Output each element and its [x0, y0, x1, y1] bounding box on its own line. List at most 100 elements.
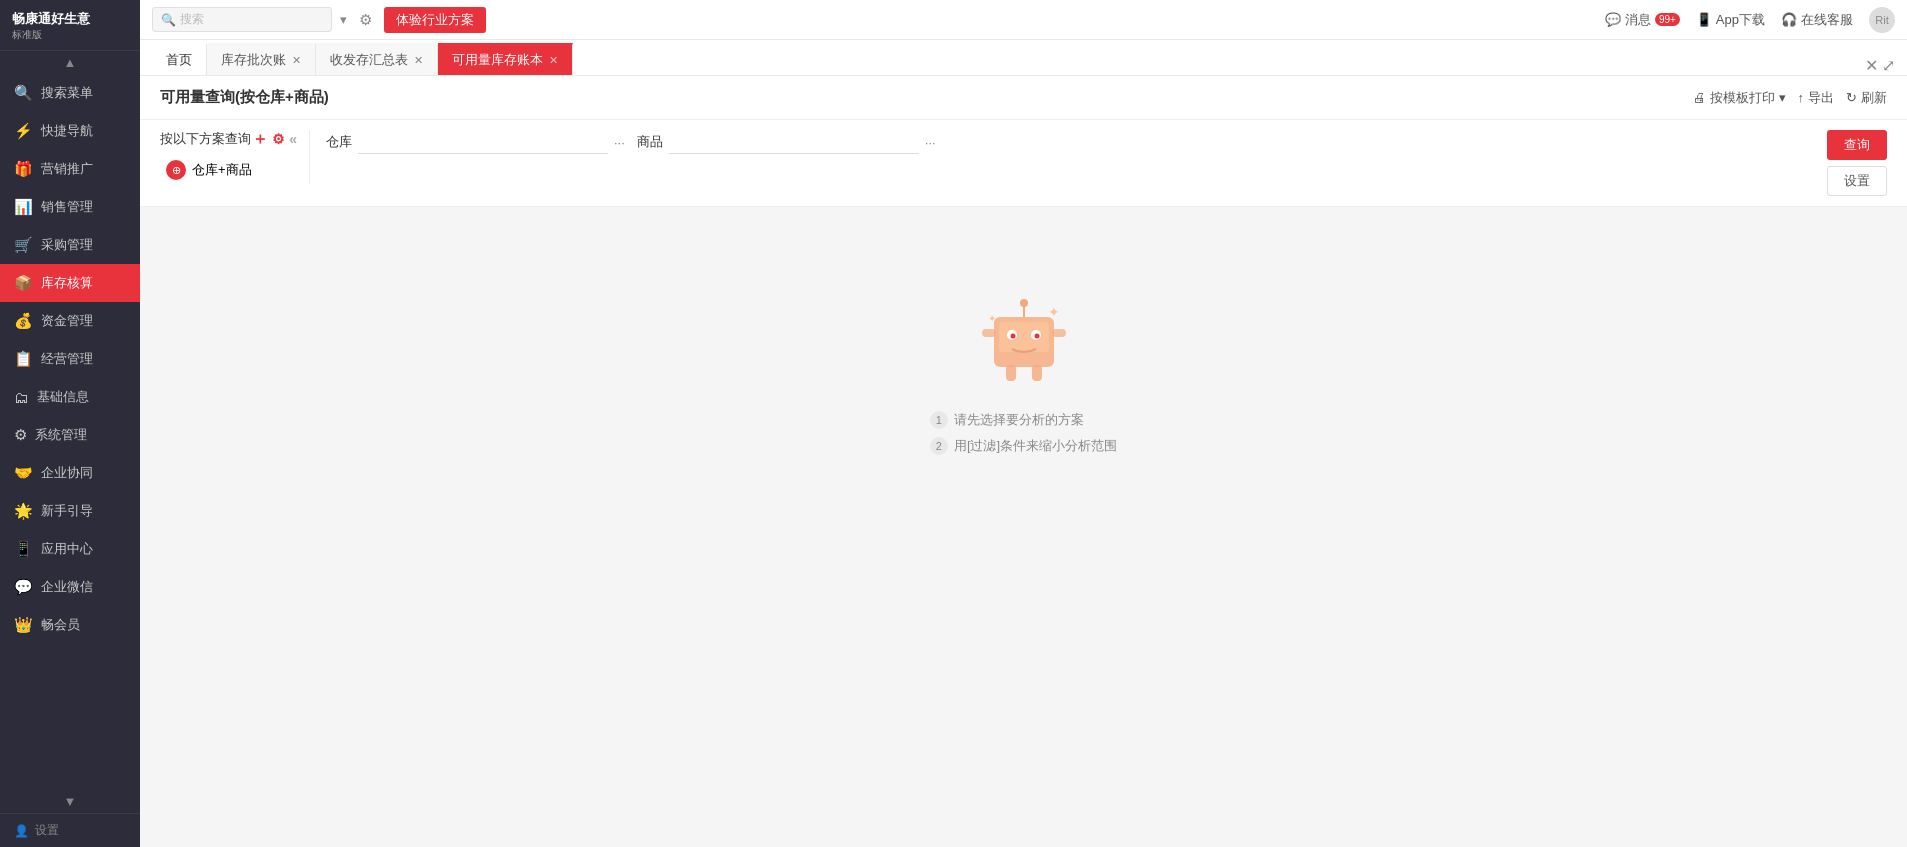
app-download-label: App下载	[1716, 11, 1765, 29]
sidebar-label-inventory: 库存核算	[41, 274, 93, 292]
tab-close-available[interactable]: ✕	[549, 54, 558, 67]
close-all-tabs-btn[interactable]: ✕	[1865, 56, 1878, 75]
sidebar-item-search[interactable]: 🔍搜索菜单	[0, 74, 140, 112]
warehouse-filter-input[interactable]	[358, 130, 608, 154]
tip-item-1: 1 请先选择要分析的方案	[930, 407, 1117, 433]
sidebar-icon-member: 👑	[14, 616, 33, 634]
scheme-label: 按以下方案查询	[160, 130, 251, 148]
gear-icon[interactable]: ⚙	[355, 9, 376, 31]
sidebar-icon-appcenter: 📱	[14, 540, 33, 558]
phone-icon: 📱	[1696, 12, 1712, 27]
sidebar-item-basic[interactable]: 🗂基础信息	[0, 378, 140, 416]
sidebar-item-newguide[interactable]: 🌟新手引导	[0, 492, 140, 530]
sidebar-icon-sales: 📊	[14, 198, 33, 216]
sidebar-item-appcenter[interactable]: 📱应用中心	[0, 530, 140, 568]
message-label: 消息	[1625, 11, 1651, 29]
print-label: 按模板打印	[1710, 89, 1775, 107]
empty-tips: 1 请先选择要分析的方案 2 用[过滤]条件来缩小分析范围	[930, 407, 1117, 459]
sidebar-icon-enterprise: 🤝	[14, 464, 33, 482]
experience-btn[interactable]: 体验行业方案	[384, 7, 486, 33]
sidebar-scroll-up[interactable]: ▲	[0, 51, 140, 74]
tab-home[interactable]: 首页	[152, 43, 207, 75]
tab-close-summary[interactable]: ✕	[414, 54, 423, 67]
sidebar-item-marketing[interactable]: 🎁营销推广	[0, 150, 140, 188]
export-icon: ↑	[1798, 90, 1805, 105]
sidebar-label-member: 畅会员	[41, 616, 80, 634]
online-service-btn[interactable]: 🎧 在线客服	[1781, 11, 1853, 29]
sidebar-icon-purchase: 🛒	[14, 236, 33, 254]
collapse-scheme-btn[interactable]: «	[289, 132, 297, 146]
svg-point-7	[1020, 299, 1028, 307]
sidebar-scroll-area: 🔍搜索菜单⚡快捷导航🎁营销推广 📊 销售管理 🛒 采购管理 📦库存核算💰资金管理📋经营管理…	[0, 74, 140, 790]
sidebar-item-shortcut[interactable]: ⚡快捷导航	[0, 112, 140, 150]
empty-illustration: ✦ ✦	[974, 287, 1074, 387]
topbar-search-box[interactable]: 🔍 搜索	[152, 7, 332, 32]
sidebar-item-system[interactable]: ⚙系统管理	[0, 416, 140, 454]
edit-scheme-btn[interactable]: ⚙	[272, 132, 285, 146]
print-icon: 🖨	[1693, 90, 1706, 105]
sidebar-label-sales: 销售管理	[41, 198, 93, 216]
tab-summary[interactable]: 收发存汇总表 ✕	[316, 43, 438, 75]
expand-tabs-btn[interactable]: ⤢	[1882, 56, 1895, 75]
svg-text:✦: ✦	[1048, 304, 1060, 320]
tab-label-summary: 收发存汇总表	[330, 51, 408, 69]
query-btn[interactable]: 查询	[1827, 130, 1887, 160]
search-placeholder: 搜索	[180, 11, 204, 28]
refresh-btn[interactable]: ↻ 刷新	[1846, 89, 1887, 107]
export-btn[interactable]: ↑ 导出	[1798, 89, 1835, 107]
sidebar-item-operation[interactable]: 📋经营管理	[0, 340, 140, 378]
product-filter-input[interactable]	[669, 130, 919, 154]
avatar[interactable]: Rit	[1869, 7, 1895, 33]
app-download-btn[interactable]: 📱 App下载	[1696, 11, 1765, 29]
setting-btn[interactable]: 设置	[1827, 166, 1887, 196]
sidebar-label-marketing: 营销推广	[41, 160, 93, 178]
svg-rect-11	[1032, 365, 1042, 381]
sidebar-item-purchase[interactable]: 🛒 采购管理	[0, 226, 140, 264]
topbar-dropdown-icon[interactable]: ▾	[340, 12, 347, 27]
tab-batch[interactable]: 库存批次账✕	[207, 43, 316, 75]
product-filter-more[interactable]: ···	[925, 135, 936, 150]
tab-available[interactable]: 可用量库存账本 ✕	[438, 43, 573, 75]
topbar: 🔍 搜索 ▾ ⚙ 体验行业方案 💬 消息 99+ 📱 App下载 🎧 在线客服 …	[140, 0, 1907, 40]
sidebar-scroll-down[interactable]: ▼	[0, 790, 140, 813]
svg-rect-9	[1052, 329, 1066, 337]
sidebar-item-enterprise[interactable]: 🤝 企业协同	[0, 454, 140, 492]
filter-panel: 仓库 ··· 商品 ···	[326, 130, 1811, 154]
add-scheme-btn[interactable]: ＋	[252, 131, 268, 147]
online-service-label: 在线客服	[1801, 11, 1853, 29]
sidebar-bottom-icon: 👤	[14, 824, 29, 838]
sidebar-label-purchase: 采购管理	[41, 236, 93, 254]
sidebar-item-member[interactable]: 👑 畅会员	[0, 606, 140, 644]
scheme-actions: ＋ ⚙ «	[252, 131, 297, 147]
sidebar-item-wechat[interactable]: 💬企业微信	[0, 568, 140, 606]
warehouse-filter-more[interactable]: ···	[614, 135, 625, 150]
app-version: 标准版	[12, 28, 128, 42]
sidebar-label-search: 搜索菜单	[41, 84, 93, 102]
svg-point-5	[1034, 334, 1039, 339]
sidebar-bottom-label: 设置	[35, 822, 59, 839]
tip-item-2: 2 用[过滤]条件来缩小分析范围	[930, 433, 1117, 459]
svg-rect-8	[982, 329, 996, 337]
print-btn[interactable]: 🖨 按模板打印 ▾	[1693, 89, 1786, 107]
warehouse-filter-label: 仓库	[326, 133, 352, 151]
scheme-item-icon: ⊕	[166, 160, 186, 180]
scheme-item-warehouse-product[interactable]: ⊕ 仓库+商品	[160, 156, 297, 184]
avatar-label: Rit	[1875, 14, 1888, 26]
product-filter-group: 商品 ···	[637, 130, 936, 154]
sidebar-item-inventory[interactable]: 📦库存核算	[0, 264, 140, 302]
tab-close-batch[interactable]: ✕	[292, 54, 301, 67]
sidebar-icon-wechat: 💬	[14, 578, 33, 596]
query-buttons: 查询 设置	[1827, 130, 1887, 196]
tip-num-1: 1	[930, 411, 948, 429]
sidebar-item-sales[interactable]: 📊 销售管理	[0, 188, 140, 226]
sidebar-label-operation: 经营管理	[41, 350, 93, 368]
message-btn[interactable]: 💬 消息 99+	[1605, 11, 1680, 29]
sidebar-item-finance[interactable]: 💰资金管理	[0, 302, 140, 340]
sidebar-label-enterprise: 企业协同	[41, 464, 93, 482]
topbar-right: 💬 消息 99+ 📱 App下载 🎧 在线客服 Rit	[1605, 7, 1895, 33]
tab-label-available: 可用量库存账本	[452, 51, 543, 69]
tip-text-1: 请先选择要分析的方案	[954, 407, 1084, 433]
tip-num-2: 2	[930, 437, 948, 455]
sidebar-label-newguide: 新手引导	[41, 502, 93, 520]
sidebar-label-basic: 基础信息	[37, 388, 89, 406]
